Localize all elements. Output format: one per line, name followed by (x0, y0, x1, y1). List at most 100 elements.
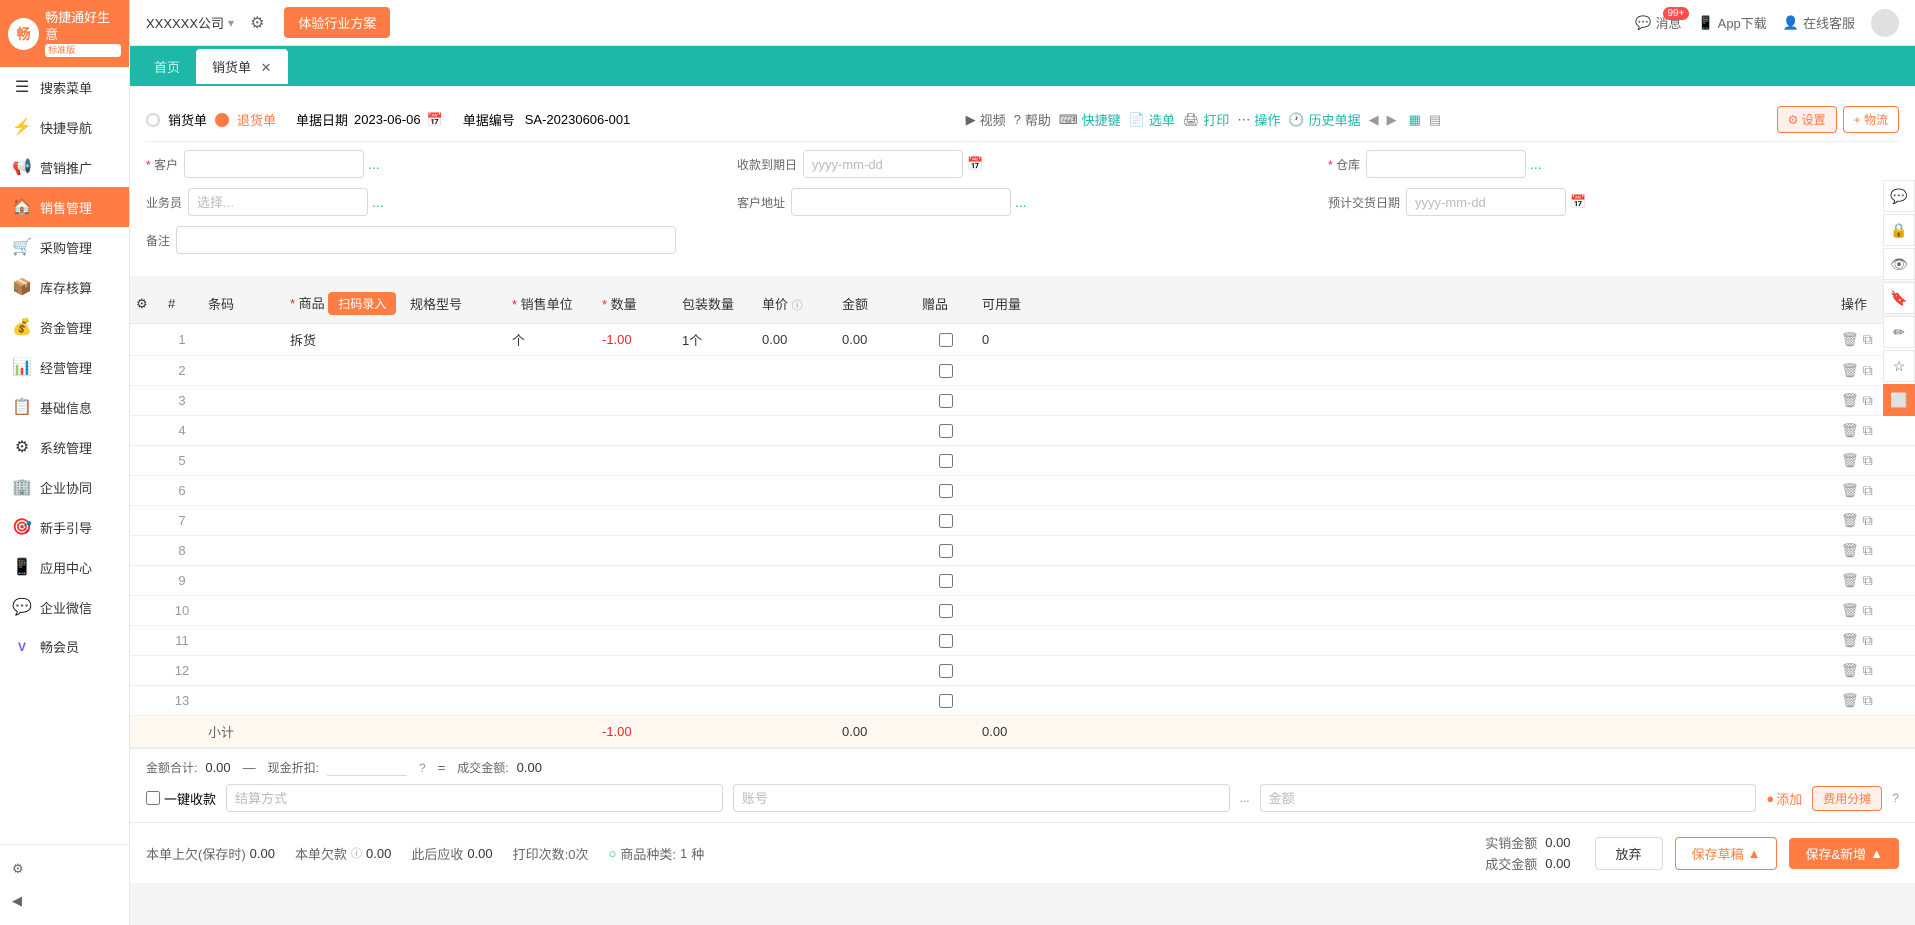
barcode-input[interactable] (208, 424, 278, 438)
payment-due-input[interactable] (803, 150, 963, 178)
spec-input[interactable] (410, 333, 500, 347)
float-chat-btn[interactable]: 💬 (1883, 180, 1915, 212)
sidebar-collapse[interactable]: ◀ (0, 885, 129, 917)
customer-input[interactable] (184, 150, 364, 178)
delete-icon[interactable]: 🗑 (1841, 452, 1859, 469)
sidebar-item-marketing[interactable]: 📢 营销推广 (0, 147, 129, 187)
history-btn[interactable]: 🕐 历史单据 (1288, 110, 1360, 129)
barcode-input[interactable] (208, 454, 278, 468)
copy-icon[interactable]: ⧉ (1863, 632, 1873, 649)
gift-checkbox[interactable] (939, 394, 953, 408)
copy-icon[interactable]: ⧉ (1863, 692, 1873, 709)
spec-input[interactable] (410, 604, 500, 618)
add-btn[interactable]: ● 添加 (1766, 789, 1802, 808)
barcode-input[interactable] (208, 604, 278, 618)
delivery-date-input[interactable] (1406, 188, 1566, 216)
sidebar-item-member[interactable]: V 畅会员 (0, 627, 129, 666)
delete-icon[interactable]: 🗑 (1841, 542, 1859, 559)
float-orange-btn[interactable]: ⬜ (1883, 384, 1915, 416)
expense-split-btn[interactable]: 费用分摊 (1812, 786, 1882, 811)
help-btn[interactable]: ? 帮助 (1014, 110, 1051, 129)
nav-prev-icon[interactable]: ◀ (1369, 112, 1379, 128)
barcode-input[interactable] (208, 514, 278, 528)
spec-input[interactable] (410, 574, 500, 588)
save-draft-btn[interactable]: 保存草稿 ▲ (1675, 837, 1778, 870)
message-btn[interactable]: 💬 消息 99+ (1635, 13, 1681, 32)
customer-ellipsis[interactable]: ... (368, 156, 380, 172)
spec-input[interactable] (410, 694, 500, 708)
copy-icon[interactable]: ⧉ (1863, 572, 1873, 589)
gift-checkbox[interactable] (939, 454, 953, 468)
spec-input[interactable] (410, 664, 500, 678)
gift-checkbox[interactable] (939, 514, 953, 528)
sidebar-item-wechat[interactable]: 💬 企业微信 (0, 587, 129, 627)
sidebar-item-enterprise[interactable]: 🏢 企业协同 (0, 467, 129, 507)
tab-sales-order[interactable]: 销货单 ✕ (196, 49, 288, 84)
sidebar-item-newguide[interactable]: 🎯 新手引导 (0, 507, 129, 547)
delete-icon[interactable]: 🗑 (1841, 632, 1859, 649)
settings-btn[interactable]: ⚙ 设置 (1777, 106, 1837, 133)
spec-input[interactable] (410, 424, 500, 438)
save-new-btn[interactable]: 保存&新增 ▲ (1789, 838, 1899, 869)
settings-icon[interactable]: ⚙ (250, 13, 264, 33)
barcode-input[interactable] (208, 364, 278, 378)
delivery-calendar-icon[interactable]: 📅 (1570, 194, 1586, 210)
barcode-input[interactable] (208, 664, 278, 678)
spec-input[interactable] (410, 454, 500, 468)
barcode-input[interactable] (208, 484, 278, 498)
float-eye-btn[interactable]: 👁 (1883, 248, 1915, 280)
delete-icon[interactable]: 🗑 (1841, 572, 1859, 589)
delete-icon[interactable]: 🗑 (1841, 482, 1859, 499)
avatar[interactable] (1871, 9, 1899, 37)
return-radio[interactable] (215, 113, 229, 127)
spec-input[interactable] (410, 634, 500, 648)
tab-close-icon[interactable]: ✕ (261, 60, 272, 75)
barcode-input[interactable] (208, 333, 278, 347)
template-btn[interactable]: 📄 选单 (1129, 110, 1175, 129)
float-lock-btn[interactable]: 🔒 (1883, 214, 1915, 246)
scan-btn[interactable]: 扫码录入 (328, 292, 396, 315)
spec-input[interactable] (410, 514, 500, 528)
sidebar-item-search[interactable]: ☰ 搜索菜单 (0, 67, 129, 107)
app-download-btn[interactable]: 📱 App下载 (1697, 13, 1766, 32)
sidebar-item-sales[interactable]: 🏠 销售管理 (0, 187, 129, 227)
remarks-input[interactable] (176, 226, 676, 254)
delete-icon[interactable]: 🗑 (1841, 512, 1859, 529)
account-ellipsis[interactable]: ... (1240, 791, 1250, 805)
barcode-input[interactable] (208, 634, 278, 648)
delete-icon[interactable]: 🗑 (1841, 662, 1859, 679)
delete-icon[interactable]: 🗑 (1841, 392, 1859, 409)
delete-icon[interactable]: 🗑 (1841, 331, 1859, 348)
logistics-btn[interactable]: + 物流 (1843, 106, 1899, 133)
copy-icon[interactable]: ⧉ (1863, 331, 1873, 348)
nav-next-icon[interactable]: ▶ (1387, 112, 1397, 128)
expense-help-icon[interactable]: ? (1892, 791, 1899, 805)
salesperson-input[interactable] (188, 188, 368, 216)
sidebar-item-appcenter[interactable]: 📱 应用中心 (0, 547, 129, 587)
discard-btn[interactable]: 放弃 (1595, 837, 1663, 870)
sidebar-item-quicknav[interactable]: ⚡ 快捷导航 (0, 107, 129, 147)
sidebar-item-funds[interactable]: 💰 资金管理 (0, 307, 129, 347)
amount-input[interactable] (1260, 784, 1757, 812)
account-input[interactable] (733, 784, 1230, 812)
trial-btn[interactable]: 体验行业方案 (284, 7, 390, 38)
sidebar-item-inventory[interactable]: 📦 库存核算 (0, 267, 129, 307)
company-selector[interactable]: XXXXXX公司 ▾ (146, 13, 234, 32)
sales-radio[interactable] (146, 113, 160, 127)
table-settings-icon[interactable]: ⚙ (136, 296, 148, 311)
spec-input[interactable] (410, 484, 500, 498)
float-star-btn[interactable]: ☆ (1883, 350, 1915, 382)
warehouse-ellipsis[interactable]: ... (1530, 156, 1542, 172)
delete-icon[interactable]: 🗑 (1841, 692, 1859, 709)
copy-icon[interactable]: ⧉ (1863, 452, 1873, 469)
sidebar-item-basicinfo[interactable]: 📋 基础信息 (0, 387, 129, 427)
sidebar-item-system[interactable]: ⚙ 系统管理 (0, 427, 129, 467)
float-edit-btn[interactable]: ✏ (1883, 316, 1915, 348)
gift-checkbox[interactable] (939, 574, 953, 588)
gift-checkbox[interactable] (939, 664, 953, 678)
copy-icon[interactable]: ⧉ (1863, 482, 1873, 499)
gift-checkbox[interactable] (939, 544, 953, 558)
gift-checkbox[interactable] (939, 424, 953, 438)
warehouse-input[interactable]: 建材仓 (1366, 150, 1526, 178)
sidebar-settings[interactable]: ⚙ (0, 853, 129, 885)
